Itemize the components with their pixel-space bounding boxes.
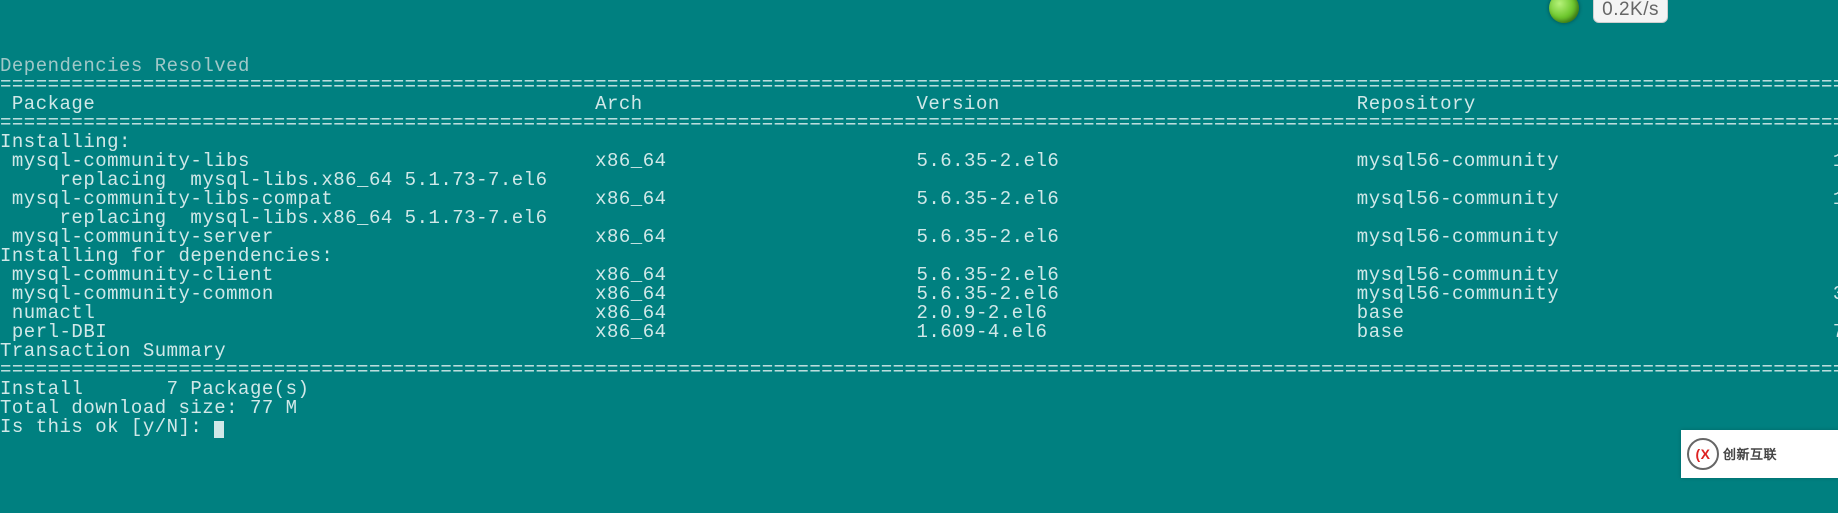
watermark-badge: (X 创新互联 <box>1681 430 1838 478</box>
status-led-icon <box>1549 0 1579 23</box>
dep-row-3: perl-DBI x86_64 1.609-4.el6 base 705 k <box>0 323 1838 342</box>
cursor-icon <box>214 421 224 438</box>
watermark-icon: (X <box>1687 438 1719 470</box>
total-download: Total download size: 77 M <box>0 399 1838 418</box>
hr-header: ========================================… <box>0 114 1838 133</box>
confirm-prompt[interactable]: Is this ok [y/N]: <box>0 418 1838 438</box>
speed-overlay: 0.2K/s <box>1593 0 1668 23</box>
speed-value: 0.2K/s <box>1602 0 1659 19</box>
watermark-text: 创新互联 <box>1723 445 1777 464</box>
